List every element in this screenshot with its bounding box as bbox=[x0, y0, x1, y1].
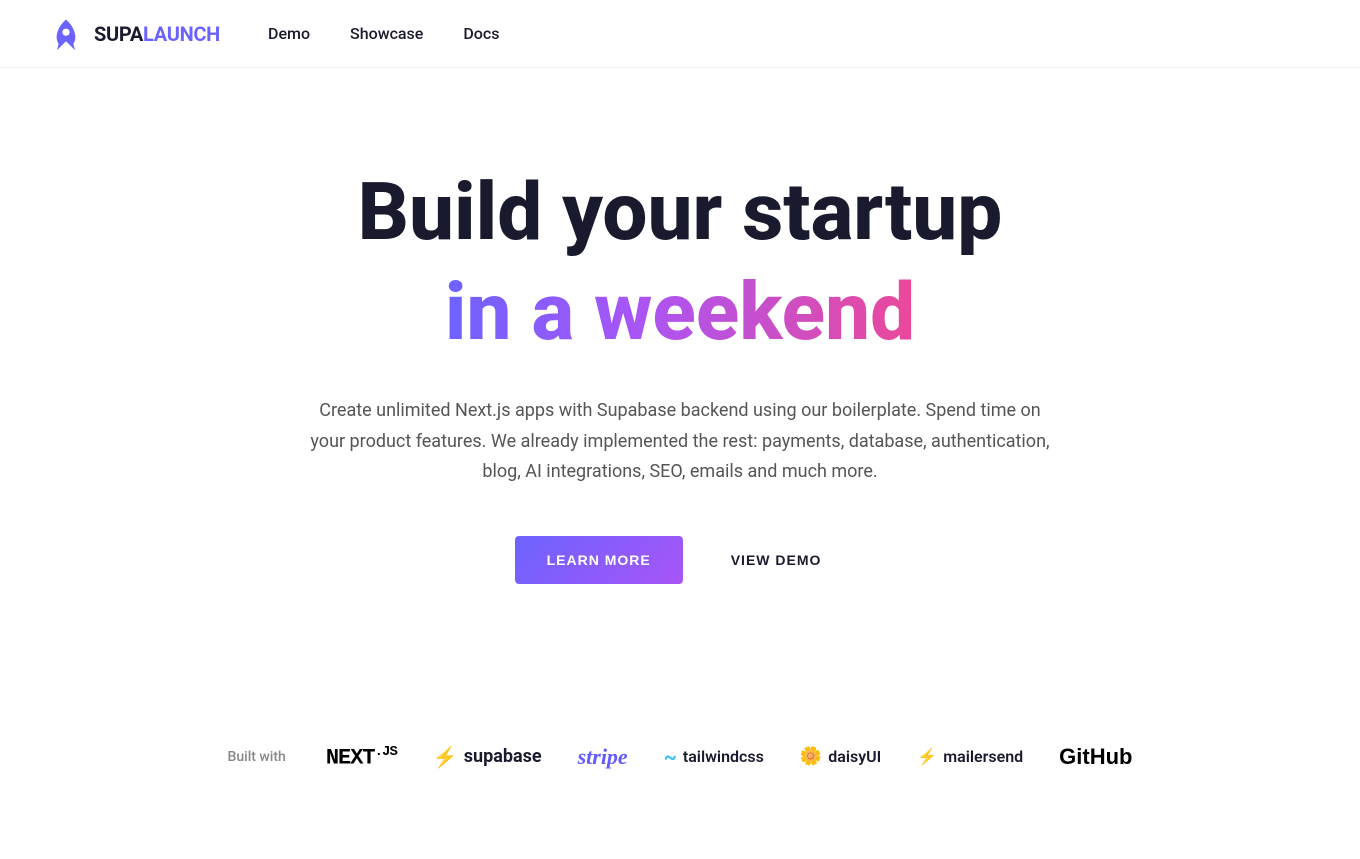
tailwind-icon: ~ bbox=[664, 745, 677, 769]
hero-description: Create unlimited Next.js apps with Supab… bbox=[305, 396, 1055, 488]
daisy-icon: 🌼 bbox=[800, 746, 822, 767]
tech-logos: NEXT.JS ⚡ supabase stripe ~ tailwindcss … bbox=[326, 744, 1133, 770]
view-demo-button[interactable]: VIEW DEMO bbox=[707, 536, 846, 584]
brand-name-supa: SUPA bbox=[94, 22, 143, 46]
brand-name-launch: LAUNCH bbox=[143, 22, 220, 46]
learn-more-button[interactable]: LEARN MORE bbox=[515, 536, 683, 584]
rocket-icon bbox=[48, 16, 84, 52]
hero-section: Build your startup in a weekend Create u… bbox=[0, 68, 1360, 664]
tailwind-logo: ~ tailwindcss bbox=[664, 745, 764, 769]
nav-link-showcase[interactable]: Showcase bbox=[350, 24, 423, 43]
brand-logo[interactable]: SUPALAUNCH bbox=[48, 16, 220, 52]
mailersend-icon: ⚡ bbox=[917, 747, 937, 766]
nav-link-demo[interactable]: Demo bbox=[268, 24, 310, 43]
hero-title-line2: in a weekend bbox=[445, 268, 915, 356]
github-logo: GitHub bbox=[1059, 744, 1132, 770]
hero-buttons: LEARN MORE VIEW DEMO bbox=[515, 536, 846, 584]
nav-links: Demo Showcase Docs bbox=[268, 24, 499, 43]
stripe-logo: stripe bbox=[578, 744, 628, 770]
mailersend-logo: ⚡ mailersend bbox=[917, 747, 1023, 766]
built-with-section: Built with NEXT.JS ⚡ supabase stripe ~ t… bbox=[0, 704, 1360, 810]
nextjs-logo: NEXT.JS bbox=[326, 744, 397, 770]
nav-link-docs[interactable]: Docs bbox=[463, 24, 499, 43]
supabase-icon: ⚡ bbox=[433, 745, 458, 769]
built-with-label: Built with bbox=[228, 749, 286, 765]
navbar: SUPALAUNCH Demo Showcase Docs bbox=[0, 0, 1360, 68]
supabase-logo: ⚡ supabase bbox=[433, 745, 542, 769]
hero-title-line1: Build your startup bbox=[358, 168, 1003, 256]
daisyui-logo: 🌼 daisyUI bbox=[800, 746, 881, 767]
